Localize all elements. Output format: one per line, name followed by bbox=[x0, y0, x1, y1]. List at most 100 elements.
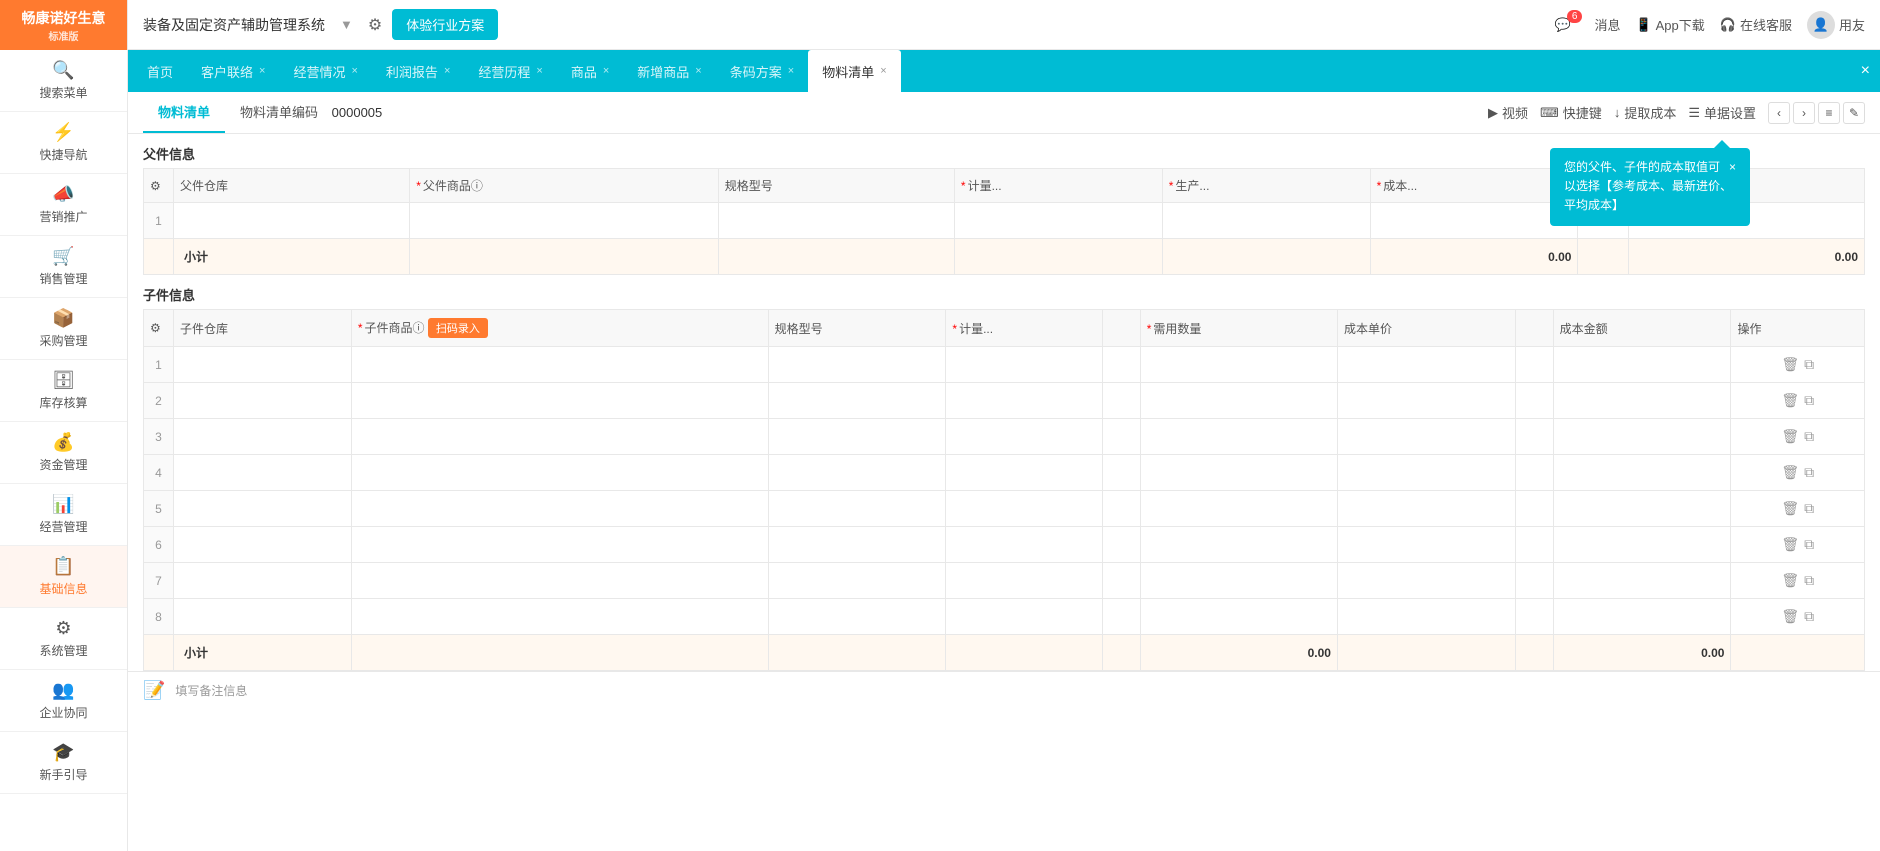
child-col-settings[interactable]: ⚙ bbox=[144, 310, 174, 347]
nav-tab-4[interactable]: 经营历程× bbox=[464, 50, 556, 92]
child-row-8-spec[interactable] bbox=[768, 599, 946, 635]
sidebar-item-3[interactable]: 🛒销售管理 bbox=[0, 236, 127, 298]
sidebar-item-2[interactable]: 📣营销推广 bbox=[0, 174, 127, 236]
nav-tab-2[interactable]: 经营情况× bbox=[279, 50, 371, 92]
child-row-8-needed-qty[interactable] bbox=[1140, 599, 1337, 635]
sidebar-item-11[interactable]: 🎓新手引导 bbox=[0, 732, 127, 794]
parent-col-settings[interactable]: ⚙ bbox=[144, 169, 174, 203]
sidebar-item-4[interactable]: 📦采购管理 bbox=[0, 298, 127, 360]
child-row-2-product[interactable] bbox=[351, 383, 768, 419]
child-row-1-delete-btn[interactable]: 🗑 bbox=[1781, 356, 1799, 373]
prev-page-btn[interactable]: ‹ bbox=[1768, 102, 1790, 124]
child-row-2-qty-unit[interactable] bbox=[946, 383, 1102, 419]
child-row-7-copy-btn[interactable]: ⧉ bbox=[1804, 572, 1814, 589]
child-row-8-delete-btn[interactable]: 🗑 bbox=[1781, 608, 1799, 625]
child-row-5-delete-btn[interactable]: 🗑 bbox=[1781, 500, 1799, 517]
child-row-6-product[interactable] bbox=[351, 527, 768, 563]
child-row-4-delete-btn[interactable]: 🗑 bbox=[1781, 464, 1799, 481]
parent-row-1-product[interactable] bbox=[410, 203, 718, 239]
sub-tab-material-list[interactable]: 物料清单 bbox=[143, 92, 225, 133]
settings-icon[interactable]: ⚙ bbox=[368, 15, 382, 35]
messages-item[interactable]: 💬 6 消息 bbox=[1555, 15, 1621, 34]
child-row-2-warehouse[interactable] bbox=[174, 383, 352, 419]
child-row-6-copy-btn[interactable]: ⧉ bbox=[1804, 536, 1814, 553]
child-row-2-cost-price[interactable] bbox=[1337, 383, 1515, 419]
child-row-4-spec[interactable] bbox=[768, 455, 946, 491]
list-view-btn[interactable]: ≡ bbox=[1818, 102, 1840, 124]
nav-tab-3[interactable]: 利润报告× bbox=[372, 50, 464, 92]
child-row-7-cost-price[interactable] bbox=[1337, 563, 1515, 599]
close-all-tabs-btn[interactable]: × bbox=[1856, 57, 1875, 85]
child-row-6-cost-price[interactable] bbox=[1337, 527, 1515, 563]
app-download-item[interactable]: 📱 App下载 bbox=[1635, 15, 1704, 34]
nav-tab-close-7[interactable]: × bbox=[788, 65, 794, 77]
child-row-5-qty-unit[interactable] bbox=[946, 491, 1102, 527]
child-row-1-spec[interactable] bbox=[768, 347, 946, 383]
child-row-1-copy-btn[interactable]: ⧉ bbox=[1804, 356, 1814, 373]
child-row-5-product[interactable] bbox=[351, 491, 768, 527]
nav-tab-8[interactable]: 物料清单× bbox=[808, 50, 900, 92]
child-row-7-qty-unit[interactable] bbox=[946, 563, 1102, 599]
sidebar-item-10[interactable]: 👥企业协同 bbox=[0, 670, 127, 732]
child-row-3-cost-price[interactable] bbox=[1337, 419, 1515, 455]
child-row-4-cost-price[interactable] bbox=[1337, 455, 1515, 491]
child-row-5-warehouse[interactable] bbox=[174, 491, 352, 527]
child-row-2-copy-btn[interactable]: ⧉ bbox=[1804, 392, 1814, 409]
shortcut-btn[interactable]: ⌨ 快捷键 bbox=[1540, 103, 1602, 122]
child-row-3-qty-unit[interactable] bbox=[946, 419, 1102, 455]
child-row-6-delete-btn[interactable]: 🗑 bbox=[1781, 536, 1799, 553]
nav-tab-7[interactable]: 条码方案× bbox=[716, 50, 808, 92]
scan-input-btn[interactable]: 扫码录入 bbox=[428, 318, 488, 338]
child-row-6-needed-qty[interactable] bbox=[1140, 527, 1337, 563]
parent-row-1-spec[interactable] bbox=[718, 203, 954, 239]
child-row-5-spec[interactable] bbox=[768, 491, 946, 527]
edit-view-btn[interactable]: ✎ bbox=[1843, 102, 1865, 124]
child-row-5-needed-qty[interactable] bbox=[1140, 491, 1337, 527]
child-row-4-qty-unit[interactable] bbox=[946, 455, 1102, 491]
user-item[interactable]: 👤 用友 bbox=[1807, 11, 1865, 39]
child-row-1-needed-qty[interactable] bbox=[1140, 347, 1337, 383]
child-row-3-needed-qty[interactable] bbox=[1140, 419, 1337, 455]
child-row-2-spec[interactable] bbox=[768, 383, 946, 419]
sidebar-item-5[interactable]: 🗄库存核算 bbox=[0, 360, 127, 422]
nav-tab-close-6[interactable]: × bbox=[695, 65, 701, 77]
child-row-8-warehouse[interactable] bbox=[174, 599, 352, 635]
nav-tab-0[interactable]: 首页 bbox=[133, 50, 187, 92]
online-service-item[interactable]: 🎧 在线客服 bbox=[1720, 15, 1792, 34]
parent-row-1-produce[interactable] bbox=[1162, 203, 1370, 239]
child-row-7-product[interactable] bbox=[351, 563, 768, 599]
nav-tab-5[interactable]: 商品× bbox=[557, 50, 623, 92]
parent-row-1-warehouse[interactable] bbox=[174, 203, 410, 239]
sidebar-item-1[interactable]: ⚡快捷导航 bbox=[0, 112, 127, 174]
trial-button[interactable]: 体验行业方案 bbox=[392, 9, 498, 40]
nav-tab-close-5[interactable]: × bbox=[603, 65, 609, 77]
child-row-7-delete-btn[interactable]: 🗑 bbox=[1781, 572, 1799, 589]
child-row-8-product[interactable] bbox=[351, 599, 768, 635]
video-btn[interactable]: ▶ 视频 bbox=[1488, 103, 1528, 122]
child-row-1-warehouse[interactable] bbox=[174, 347, 352, 383]
parent-row-1-qty[interactable] bbox=[954, 203, 1162, 239]
child-row-3-copy-btn[interactable]: ⧉ bbox=[1804, 428, 1814, 445]
sidebar-item-7[interactable]: 📊经营管理 bbox=[0, 484, 127, 546]
nav-tab-close-3[interactable]: × bbox=[444, 65, 450, 77]
tooltip-close-btn[interactable]: × bbox=[1729, 158, 1736, 177]
child-row-2-delete-btn[interactable]: 🗑 bbox=[1781, 392, 1799, 409]
nav-tab-close-4[interactable]: × bbox=[536, 65, 542, 77]
extract-cost-btn[interactable]: ↓ 提取成本 bbox=[1614, 103, 1677, 122]
child-row-4-copy-btn[interactable]: ⧉ bbox=[1804, 464, 1814, 481]
child-row-7-warehouse[interactable] bbox=[174, 563, 352, 599]
child-row-3-delete-btn[interactable]: 🗑 bbox=[1781, 428, 1799, 445]
child-row-3-spec[interactable] bbox=[768, 419, 946, 455]
sidebar-item-8[interactable]: 📋基础信息 bbox=[0, 546, 127, 608]
child-row-2-needed-qty[interactable] bbox=[1140, 383, 1337, 419]
child-row-8-qty-unit[interactable] bbox=[946, 599, 1102, 635]
child-row-5-cost-price[interactable] bbox=[1337, 491, 1515, 527]
parent-row-1-cost[interactable] bbox=[1370, 203, 1578, 239]
nav-tab-close-1[interactable]: × bbox=[259, 65, 265, 77]
child-row-1-qty-unit[interactable] bbox=[946, 347, 1102, 383]
child-row-4-needed-qty[interactable] bbox=[1140, 455, 1337, 491]
next-page-btn[interactable]: › bbox=[1793, 102, 1815, 124]
sidebar-item-6[interactable]: 💰资金管理 bbox=[0, 422, 127, 484]
sidebar-item-9[interactable]: ⚙系统管理 bbox=[0, 608, 127, 670]
sidebar-item-0[interactable]: 🔍搜索菜单 bbox=[0, 50, 127, 112]
